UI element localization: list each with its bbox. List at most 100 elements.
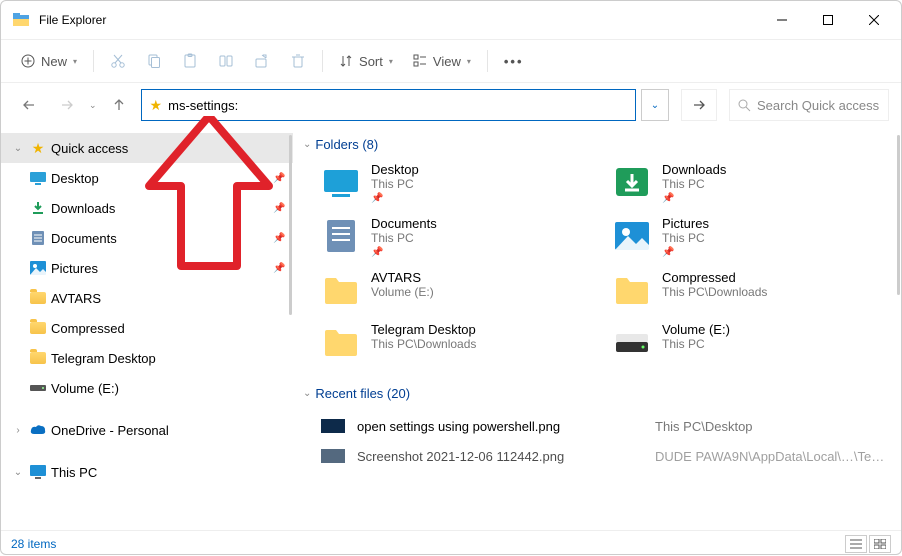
folders-section-header[interactable]: ⌄ Folders (8) xyxy=(303,137,895,152)
sidebar-item-telegram[interactable]: Telegram Desktop xyxy=(1,343,293,373)
monitor-icon xyxy=(29,465,47,479)
recent-file-location: DUDE PAWA9N\AppData\Local\…\TempState xyxy=(655,449,895,464)
go-refresh-button[interactable] xyxy=(681,89,717,121)
cloud-icon xyxy=(29,424,47,436)
scrollbar-thumb[interactable] xyxy=(897,135,900,295)
address-history-dropdown[interactable]: ⌄ xyxy=(641,89,669,121)
sidebar-item-desktop[interactable]: Desktop 📌 xyxy=(1,163,293,193)
window-title: File Explorer xyxy=(39,13,106,27)
folder-item-volume-e[interactable]: Volume (E:) This PC xyxy=(612,322,895,362)
folder-item-desktop[interactable]: Desktop This PC 📌 xyxy=(321,162,604,204)
sidebar-item-pictures[interactable]: Pictures 📌 xyxy=(1,253,293,283)
folder-item-avtars[interactable]: AVTARS Volume (E:) xyxy=(321,270,604,310)
list-icon xyxy=(850,539,862,549)
up-button[interactable] xyxy=(103,89,135,121)
folder-name: Documents xyxy=(371,216,437,231)
back-button[interactable] xyxy=(13,89,45,121)
content-pane: ⌄ Folders (8) Desktop This PC 📌 Download… xyxy=(293,127,901,530)
chevron-down-icon: ⌄ xyxy=(303,388,311,399)
pin-icon: 📌 xyxy=(662,193,726,204)
sidebar-label: Quick access xyxy=(51,141,293,156)
sidebar-onedrive[interactable]: › OneDrive - Personal xyxy=(1,415,293,445)
folder-item-documents[interactable]: Documents This PC 📌 xyxy=(321,216,604,258)
sidebar: ⌄ ★ Quick access Desktop 📌 Downloads 📌 D… xyxy=(1,127,293,530)
chevron-down-icon: ▾ xyxy=(73,57,77,66)
sidebar-item-label: Documents xyxy=(51,231,269,246)
sidebar-item-volume-e[interactable]: Volume (E:) xyxy=(1,373,293,403)
forward-button[interactable] xyxy=(51,89,83,121)
recent-file-row[interactable]: Screenshot 2021-12-06 112442.png DUDE PA… xyxy=(303,441,895,471)
close-button[interactable] xyxy=(851,4,897,36)
new-button[interactable]: New ▾ xyxy=(13,49,85,74)
file-thumbnail xyxy=(321,449,345,463)
chevron-down-icon: ▾ xyxy=(467,57,471,66)
folder-item-telegram[interactable]: Telegram Desktop This PC\Downloads xyxy=(321,322,604,362)
share-button[interactable] xyxy=(246,48,278,74)
downloads-icon xyxy=(612,162,652,202)
folder-item-pictures[interactable]: Pictures This PC 📌 xyxy=(612,216,895,258)
rename-button[interactable] xyxy=(210,48,242,74)
scrollbar-thumb[interactable] xyxy=(289,135,292,315)
view-button[interactable]: View ▾ xyxy=(405,49,479,74)
view-icon xyxy=(413,54,427,68)
chevron-down-icon: ⌄ xyxy=(303,139,311,150)
item-count: 28 items xyxy=(11,537,56,551)
separator xyxy=(487,50,488,72)
folder-icon xyxy=(612,270,652,310)
delete-button[interactable] xyxy=(282,48,314,74)
chevron-down-icon: ▾ xyxy=(389,57,393,66)
chevron-down-icon: ⌄ xyxy=(11,143,25,154)
folder-name: Compressed xyxy=(662,270,767,285)
minimize-button[interactable] xyxy=(759,4,805,36)
sidebar-item-compressed[interactable]: Compressed xyxy=(1,313,293,343)
recent-file-row[interactable]: open settings using powershell.png This … xyxy=(303,411,895,441)
folder-name: Desktop xyxy=(371,162,419,177)
thumbnails-view-button[interactable] xyxy=(869,535,891,553)
sidebar-item-label: Desktop xyxy=(51,171,269,186)
arrow-right-icon xyxy=(60,98,74,112)
pin-icon: 📌 xyxy=(371,247,437,258)
recent-file-location: This PC\Desktop xyxy=(655,419,895,434)
paste-button[interactable] xyxy=(174,48,206,74)
recent-dropdown[interactable]: ⌄ xyxy=(89,100,97,111)
pictures-icon xyxy=(29,261,47,275)
search-placeholder: Search Quick access xyxy=(757,98,879,113)
folder-item-compressed[interactable]: Compressed This PC\Downloads xyxy=(612,270,895,310)
sidebar-item-label: Compressed xyxy=(51,321,293,336)
sidebar-item-documents[interactable]: Documents 📌 xyxy=(1,223,293,253)
sidebar-label: OneDrive - Personal xyxy=(51,423,293,438)
maximize-button[interactable] xyxy=(805,4,851,36)
pictures-icon xyxy=(612,216,652,256)
folder-location: Volume (E:) xyxy=(371,285,434,299)
sidebar-item-label: Pictures xyxy=(51,261,269,276)
sidebar-item-avtars[interactable]: AVTARS xyxy=(1,283,293,313)
pin-icon: 📌 xyxy=(662,247,709,258)
recent-header-label: Recent files (20) xyxy=(315,386,410,401)
search-box[interactable]: Search Quick access xyxy=(729,89,889,121)
folder-icon xyxy=(29,352,47,364)
address-bar[interactable]: ★ xyxy=(141,89,636,121)
desktop-icon xyxy=(321,162,361,202)
downloads-icon xyxy=(29,201,47,215)
sidebar-item-label: Telegram Desktop xyxy=(51,351,293,366)
sidebar-quick-access[interactable]: ⌄ ★ Quick access xyxy=(1,133,293,163)
statusbar: 28 items xyxy=(1,530,901,556)
folder-item-downloads[interactable]: Downloads This PC 📌 xyxy=(612,162,895,204)
folder-icon xyxy=(29,292,47,304)
recent-section-header[interactable]: ⌄ Recent files (20) xyxy=(303,386,895,401)
copy-button[interactable] xyxy=(138,48,170,74)
cut-icon xyxy=(110,53,126,69)
sidebar-thispc[interactable]: ⌄ This PC xyxy=(1,457,293,487)
plus-circle-icon xyxy=(21,54,35,68)
cut-button[interactable] xyxy=(102,48,134,74)
view-label: View xyxy=(433,54,461,69)
sidebar-item-downloads[interactable]: Downloads 📌 xyxy=(1,193,293,223)
address-input[interactable] xyxy=(168,90,635,120)
more-button[interactable]: ••• xyxy=(496,49,532,74)
details-view-button[interactable] xyxy=(845,535,867,553)
drive-icon xyxy=(612,322,652,362)
search-icon xyxy=(738,99,751,112)
sort-button[interactable]: Sort ▾ xyxy=(331,49,401,74)
separator xyxy=(322,50,323,72)
folder-name: Telegram Desktop xyxy=(371,322,476,337)
